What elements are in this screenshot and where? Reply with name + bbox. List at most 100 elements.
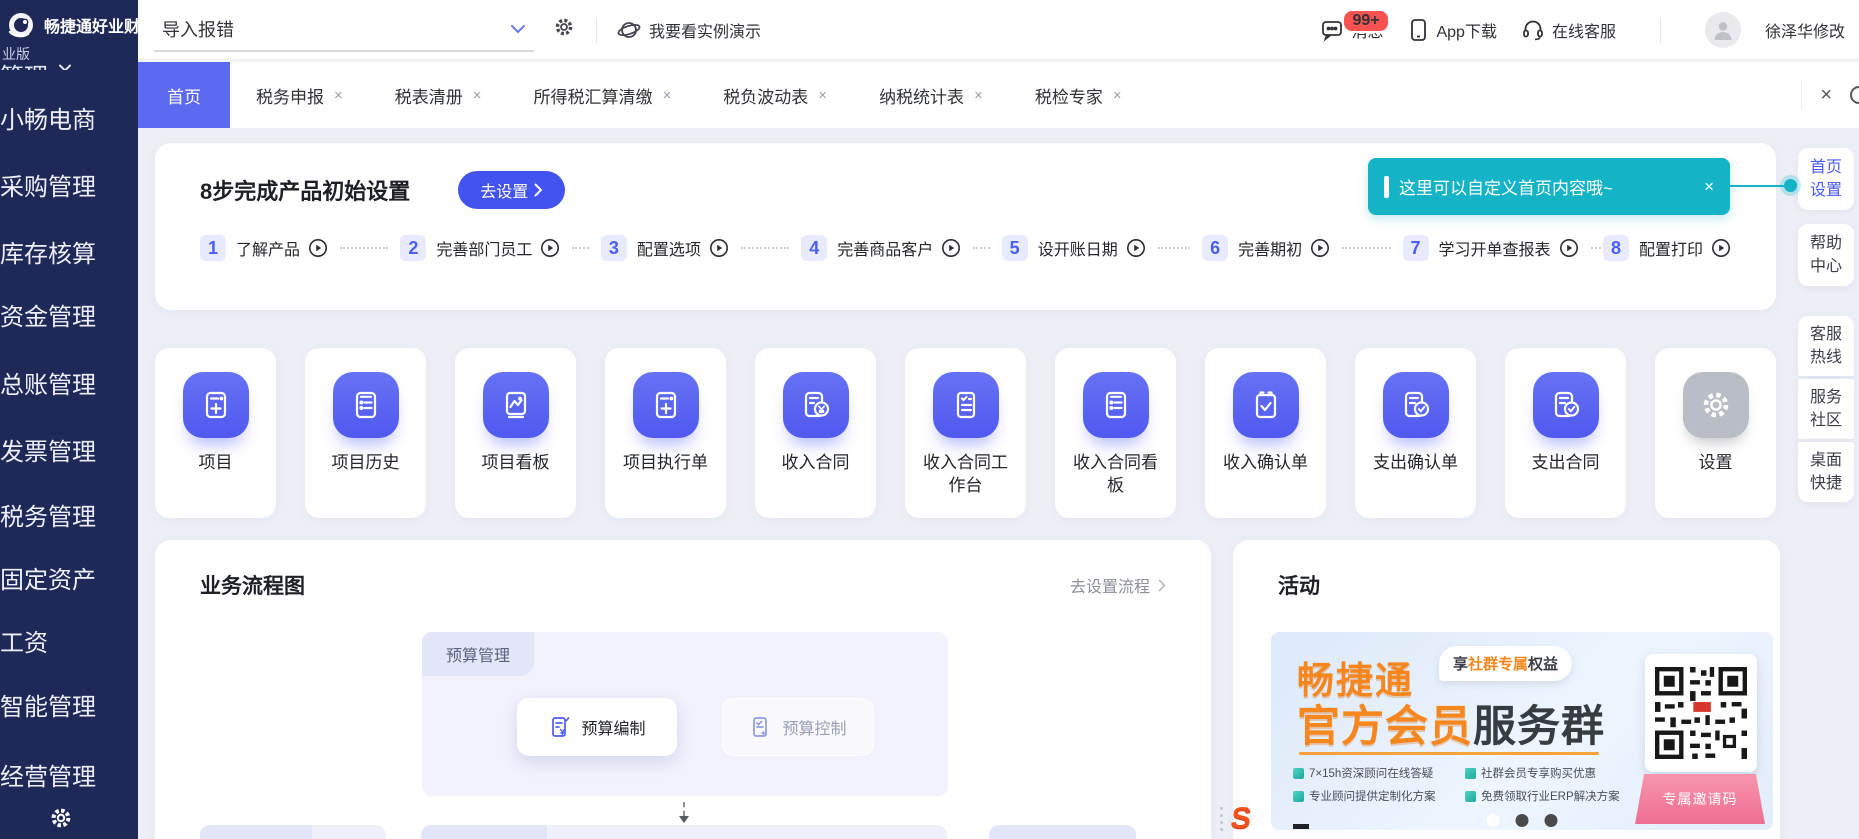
step-connector <box>740 247 790 249</box>
quick-rail-item[interactable]: 帮助 中心 <box>1798 224 1854 286</box>
chevron-right-icon <box>534 183 543 197</box>
app-shortcut-card[interactable]: 项目执行单 <box>605 348 726 518</box>
refresh-icon[interactable] <box>1850 86 1859 104</box>
step-label: 配置选项 <box>636 242 701 259</box>
demo-link[interactable]: 我要看实例演示 <box>617 18 761 42</box>
app-download-button[interactable]: App下载 <box>1407 18 1497 42</box>
planet-icon <box>617 21 641 38</box>
tab-close-icon[interactable] <box>334 87 343 104</box>
app-shortcut-card[interactable]: 设置 <box>1655 348 1776 518</box>
flow-node-box[interactable]: 项目管理 <box>421 825 947 839</box>
app-shortcut-card[interactable]: 项目看板 <box>455 348 576 518</box>
tab-close-icon[interactable] <box>663 87 672 104</box>
close-all-tabs-icon[interactable] <box>1802 84 1850 107</box>
drag-handle-icon[interactable] <box>1220 807 1223 831</box>
app-shortcut-card[interactable]: 收入确认单 <box>1205 348 1326 518</box>
step-label: 完善部门员工 <box>436 242 533 259</box>
online-service-button[interactable]: 在线客服 <box>1521 18 1616 42</box>
headset-icon <box>1523 20 1543 41</box>
carousel-dot[interactable] <box>1515 814 1529 827</box>
setup-flow-link[interactable]: 去设置流程 <box>1070 573 1166 597</box>
business-flow-card: 业务流程图 去设置流程 预算管理 预算编制 预算控制 财务管理 项目管理 资金往… <box>155 540 1211 839</box>
sidebar-item[interactable]: 小畅电商 <box>0 100 138 135</box>
carousel-dot[interactable] <box>1544 814 1558 827</box>
flow-node-box[interactable]: 资金往来税费 <box>989 825 1136 839</box>
username[interactable]: 徐泽华修改 <box>1765 18 1845 42</box>
setup-step: 5 设开账日期 <box>1001 235 1202 261</box>
floating-widget[interactable]: S <box>1220 802 1310 835</box>
tab[interactable]: 税检专家 <box>1009 62 1148 128</box>
play-icon[interactable] <box>540 238 560 258</box>
tab[interactable]: 纳税统计表 <box>853 62 1009 128</box>
play-icon[interactable] <box>709 238 729 258</box>
workspace-select[interactable]: 导入报错 <box>154 8 534 52</box>
quick-rail-item[interactable]: 客服 热线 <box>1798 316 1854 376</box>
divider <box>596 16 597 43</box>
sidebar-item[interactable]: 智能管理 <box>0 687 138 722</box>
banner-title: 官方会员服务群 <box>1297 692 1605 754</box>
tab[interactable]: 首页 <box>138 62 230 128</box>
play-icon[interactable] <box>1559 238 1579 258</box>
rail-line-1: 帮助 <box>1809 234 1842 252</box>
app-shortcut-card[interactable]: 收入合同工作台 <box>905 348 1026 518</box>
sidebar-item[interactable]: 采购管理 <box>0 167 138 202</box>
flow-node-box[interactable]: 财务管理 <box>200 825 386 839</box>
app-download-label: App下载 <box>1436 24 1497 41</box>
sidebar-item[interactable]: 工资 <box>0 623 138 658</box>
minimize-icon[interactable] <box>1293 823 1310 829</box>
quick-rail-item[interactable]: 服务 社区 <box>1798 379 1854 439</box>
budget-control-button[interactable]: 预算控制 <box>722 698 874 756</box>
tab[interactable]: 税负波动表 <box>697 62 853 128</box>
sidebar-item[interactable]: 资金管理 <box>0 297 138 332</box>
assistant-logo-icon[interactable]: S <box>1229 802 1254 835</box>
tab-label: 税务申报 <box>256 87 324 107</box>
sidebar-item[interactable]: 库存核算 <box>0 234 138 269</box>
tab-close-icon[interactable] <box>974 87 983 104</box>
play-icon[interactable] <box>1310 238 1330 258</box>
app-shortcut-card[interactable]: 支出确认单 <box>1355 348 1476 518</box>
tab-close-icon[interactable] <box>818 87 827 104</box>
go-setup-button[interactable]: 去设置 <box>458 171 566 209</box>
app-shortcut-card[interactable]: 收入合同 <box>755 348 876 518</box>
activity-card: 活动 畅捷通 享社群专属权益 官方会员服务群 7×15h资深顾问在线答疑 社群会… <box>1233 540 1780 839</box>
carousel-dots[interactable] <box>1486 814 1558 827</box>
quick-rail-item[interactable]: 首页 设置 <box>1798 148 1854 210</box>
tab[interactable]: 税表清册 <box>369 62 508 128</box>
flow-bottom-row: 财务管理 项目管理 资金往来税费 <box>155 825 1211 839</box>
carousel-dot[interactable] <box>1486 814 1500 827</box>
app-shortcut-card[interactable]: 收入合同看板 <box>1055 348 1176 518</box>
budget-edit-button[interactable]: 预算编制 <box>517 698 677 756</box>
phone-icon <box>1411 19 1427 41</box>
avatar[interactable] <box>1704 12 1741 48</box>
play-icon[interactable] <box>1711 238 1731 258</box>
app-icon <box>332 372 399 438</box>
sidebar-item[interactable]: 发票管理 <box>0 432 138 467</box>
play-icon[interactable] <box>941 238 961 258</box>
tooltip-close-icon[interactable]: × <box>1704 177 1714 197</box>
tab-close-icon[interactable] <box>473 87 482 104</box>
app-shortcut-card[interactable]: 项目 <box>155 348 276 518</box>
tab-close-icon[interactable] <box>1113 87 1122 104</box>
sidebar-item[interactable]: 税务管理 <box>0 497 138 532</box>
sidebar-item[interactable]: 固定资产 <box>0 560 138 595</box>
promo-banner[interactable]: 畅捷通 享社群专属权益 官方会员服务群 7×15h资深顾问在线答疑 社群会员专享… <box>1271 632 1773 830</box>
sidebar-gear-icon[interactable] <box>48 805 74 836</box>
online-service-label: 在线客服 <box>1551 24 1616 41</box>
setup-step: 2 完善部门员工 <box>400 235 600 261</box>
quick-rail-item[interactable]: 桌面 快捷 <box>1798 442 1854 502</box>
sidebar-item[interactable]: 经营管理 <box>0 757 138 792</box>
play-icon[interactable] <box>1126 238 1146 258</box>
play-icon[interactable] <box>308 238 328 258</box>
tab[interactable]: 所得税汇算清缴 <box>508 62 698 128</box>
app-icon <box>182 372 249 438</box>
settings-gear-icon[interactable] <box>552 15 576 44</box>
messages-button[interactable]: 消息 99+ <box>1320 9 1390 42</box>
sidebar-item[interactable]: 总账管理 <box>0 365 138 400</box>
app-shortcut-card[interactable]: 支出合同 <box>1505 348 1626 518</box>
tooltip-accent-bar <box>1384 175 1389 198</box>
app-shortcut-card[interactable]: 项目历史 <box>305 348 426 518</box>
setup-step: 6 完善期初 <box>1202 235 1402 261</box>
app-icon <box>782 372 849 438</box>
bubble-prefix: 享 <box>1453 656 1469 673</box>
tab[interactable]: 税务申报 <box>230 62 369 128</box>
